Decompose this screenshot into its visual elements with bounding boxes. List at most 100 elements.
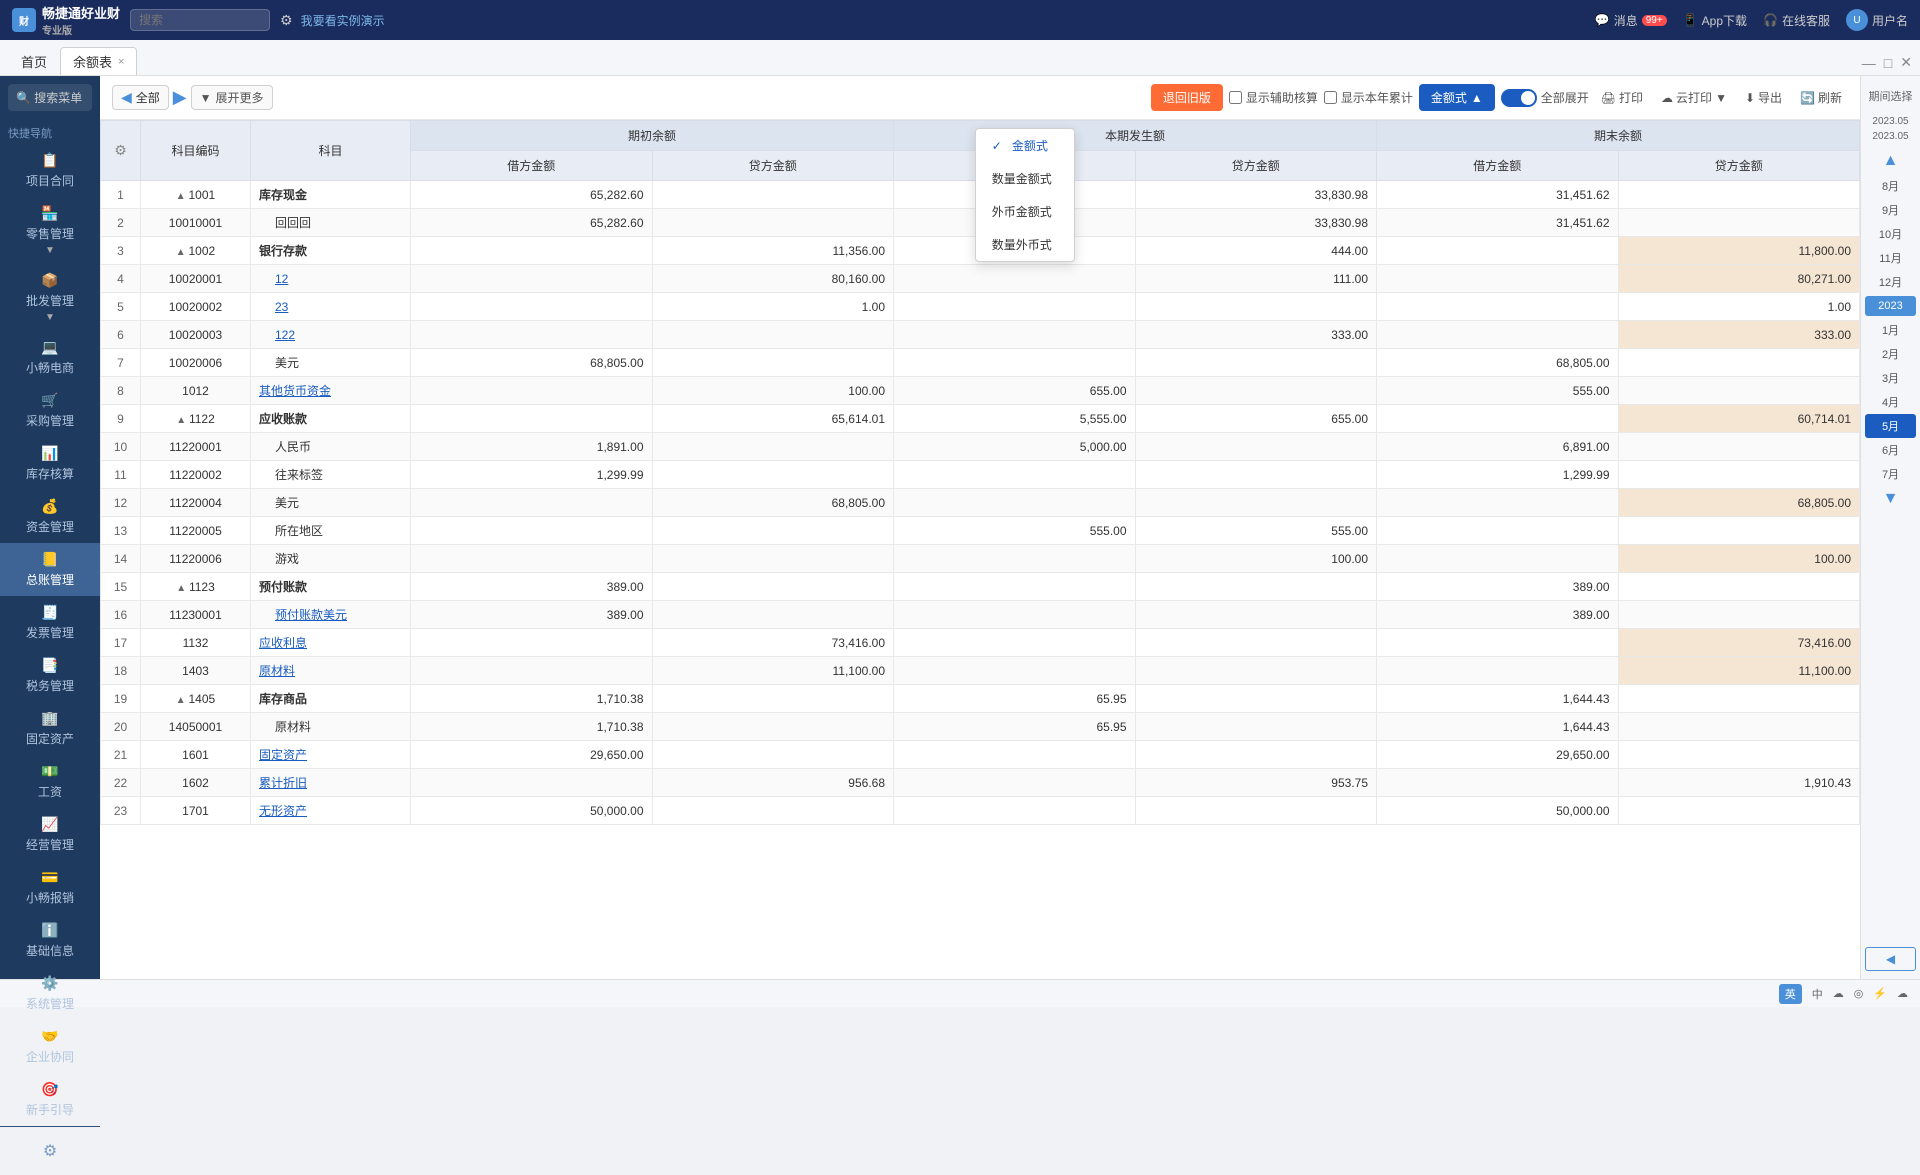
table-row-name[interactable]: 12 [251, 265, 411, 293]
circle-icon[interactable]: ◎ [1854, 987, 1864, 1000]
export-btn[interactable]: ⬇ 导出 [1739, 85, 1788, 110]
month-item[interactable]: 10月 [1865, 222, 1916, 246]
sidebar-item-ecommerce[interactable]: 💻 小畅电商 [0, 331, 100, 384]
table-row-name[interactable]: 累计折旧 [251, 769, 411, 797]
table-row-amount: 65,282.60 [411, 181, 653, 209]
back-old-version-btn[interactable]: 退回旧版 [1151, 84, 1223, 111]
sidebar-item-inventory[interactable]: 📊 库存核算 [0, 437, 100, 490]
month-item[interactable]: 4月 [1865, 390, 1916, 414]
sidebar-item-operations[interactable]: 📈 经营管理 [0, 808, 100, 861]
show-ytd-check[interactable]: 显示本年累计 [1324, 89, 1413, 106]
cloud-print-btn[interactable]: ☁ 云打印 ▼ [1655, 85, 1733, 110]
dropdown-item-qty-foreign[interactable]: 数量外币式 [976, 228, 1074, 261]
dropdown-item-qty-amount[interactable]: 数量金额式 [976, 162, 1074, 195]
month-item[interactable]: 11月 [1865, 246, 1916, 270]
period-end-label: 2023.05 [1865, 129, 1916, 144]
table-row-amount: 1,644.43 [1377, 685, 1619, 713]
table-row-amount [1135, 601, 1377, 629]
service-btn[interactable]: 🎧 在线客服 [1763, 12, 1830, 29]
table-row-name[interactable]: 无形资产 [251, 797, 411, 825]
sidebar-item-expense[interactable]: 💳 小畅报销 [0, 861, 100, 914]
sidebar-item-funds[interactable]: 💰 资金管理 [0, 490, 100, 543]
sidebar-settings-btn[interactable]: ⚙ [8, 1135, 92, 1167]
window-maximize-btn[interactable]: □ [1884, 55, 1892, 71]
table-row-name[interactable]: 原材料 [251, 657, 411, 685]
cloud-status-btn[interactable]: ☁ [1833, 987, 1844, 1000]
table-settings-icon[interactable]: ⚙ [114, 142, 127, 158]
sidebar-item-retail[interactable]: 🏪 零售管理 ▼ [0, 197, 100, 264]
show-auxiliary-check[interactable]: 显示辅助核算 [1229, 89, 1318, 106]
month-item[interactable]: 7月 [1865, 462, 1916, 486]
month-item[interactable]: 9月 [1865, 198, 1916, 222]
sidebar-item-invoice[interactable]: 🧾 发票管理 [0, 596, 100, 649]
nav-up-btn[interactable]: ▲ [1865, 148, 1916, 174]
sidebar-search-btn[interactable]: 🔍 搜索菜单 [8, 84, 92, 111]
table-row-amount [1377, 629, 1619, 657]
month-item[interactable]: 8月 [1865, 174, 1916, 198]
expand-toggle[interactable] [1501, 89, 1537, 107]
sidebar-item-tax[interactable]: 📑 税务管理 [0, 649, 100, 702]
sidebar-item-system[interactable]: ⚙️ 系统管理 [0, 967, 100, 1020]
month-item[interactable]: 6月 [1865, 438, 1916, 462]
expand-all-btn[interactable]: 全部展开 [1501, 89, 1589, 107]
nav-down-btn[interactable]: ▼ [1865, 486, 1916, 512]
sidebar-item-wholesale[interactable]: 📦 批发管理 ▼ [0, 264, 100, 331]
demo-link[interactable]: 我要看实例演示 [301, 12, 385, 29]
search-input[interactable] [130, 9, 270, 31]
refresh-btn[interactable]: 🔄 刷新 [1794, 85, 1848, 110]
month-item[interactable]: 5月 [1865, 414, 1916, 438]
auxiliary-checkbox[interactable] [1229, 91, 1242, 104]
amount-mode-btn[interactable]: 金额式 ▲ [1419, 84, 1495, 111]
table-row-amount: 73,416.00 [652, 629, 894, 657]
lang-chinese-btn[interactable]: 中 [1812, 986, 1823, 1002]
tab-close-icon[interactable]: × [118, 56, 124, 68]
top-bar-left: 财 畅捷通好业财 专业版 ⚙ 我要看实例演示 [12, 3, 385, 37]
sidebar-item-ledger[interactable]: 📒 总账管理 [0, 543, 100, 596]
th-code: 科目编码 [141, 121, 251, 181]
dropdown-item-foreign-amount[interactable]: 外币金额式 [976, 195, 1074, 228]
table-row-name[interactable]: 固定资产 [251, 741, 411, 769]
print-btn[interactable]: 🖨 打印 [1595, 85, 1649, 110]
toolbar: ◀ 全部 ▶ ▼ 展开更多 退回旧版 显示辅助核算 显示本年累计 [100, 76, 1860, 120]
table-row-code: 14050001 [141, 713, 251, 741]
month-item[interactable]: 3月 [1865, 366, 1916, 390]
table-row-amount: 389.00 [411, 601, 653, 629]
tab-balance[interactable]: 余额表 × [60, 47, 137, 75]
table-row-amount: 68,805.00 [1377, 349, 1619, 377]
table-row-name[interactable]: 应收利息 [251, 629, 411, 657]
sidebar-item-contract[interactable]: 📋 项目合同 [0, 144, 100, 197]
dropdown-item-amount[interactable]: 金额式 [976, 129, 1074, 162]
table-row-amount [1618, 209, 1860, 237]
expand-more-btn[interactable]: ▼ 展开更多 [191, 85, 273, 110]
table-row-name[interactable]: 预付账款美元 [251, 601, 411, 629]
sidebar-item-assets[interactable]: 🏢 固定资产 [0, 702, 100, 755]
table-row-amount: 1,891.00 [411, 433, 653, 461]
user-btn[interactable]: U 用户名 [1846, 9, 1908, 31]
collapse-panel-btn[interactable]: ◀ [1865, 947, 1916, 971]
month-item[interactable]: 12月 [1865, 270, 1916, 294]
cloud2-icon[interactable]: ☁ [1897, 987, 1908, 1000]
sidebar-item-collab[interactable]: 🤝 企业协同 [0, 1020, 100, 1073]
breadcrumb-all-btn[interactable]: ◀ 全部 [112, 85, 169, 110]
lang-btn[interactable]: 英 [1779, 984, 1802, 1004]
sidebar-item-basic-info[interactable]: ℹ️ 基础信息 [0, 914, 100, 967]
sidebar-item-purchase[interactable]: 🛒 采购管理 [0, 384, 100, 437]
table-row-name[interactable]: 122 [251, 321, 411, 349]
window-minimize-btn[interactable]: — [1862, 55, 1876, 71]
flash-icon[interactable]: ⚡ [1873, 987, 1887, 1000]
message-btn[interactable]: 💬 消息 99+ [1595, 12, 1667, 29]
sidebar-item-guide[interactable]: 🎯 新手引导 [0, 1073, 100, 1126]
tab-home[interactable]: 首页 [8, 47, 60, 75]
window-close-btn[interactable]: ✕ [1900, 54, 1912, 71]
ytd-checkbox[interactable] [1324, 91, 1337, 104]
table-row-name[interactable]: 23 [251, 293, 411, 321]
month-item[interactable]: 2023 [1865, 296, 1916, 316]
table-row-name[interactable]: 其他货币资金 [251, 377, 411, 405]
month-item[interactable]: 2月 [1865, 342, 1916, 366]
gear-icon[interactable]: ⚙ [280, 12, 293, 29]
month-item[interactable]: 1月 [1865, 318, 1916, 342]
th-settings[interactable]: ⚙ [101, 121, 141, 181]
sidebar-item-payroll[interactable]: 💵 工资 [0, 755, 100, 808]
download-btn[interactable]: 📱 App下载 [1683, 12, 1747, 29]
table-row-amount [652, 461, 894, 489]
